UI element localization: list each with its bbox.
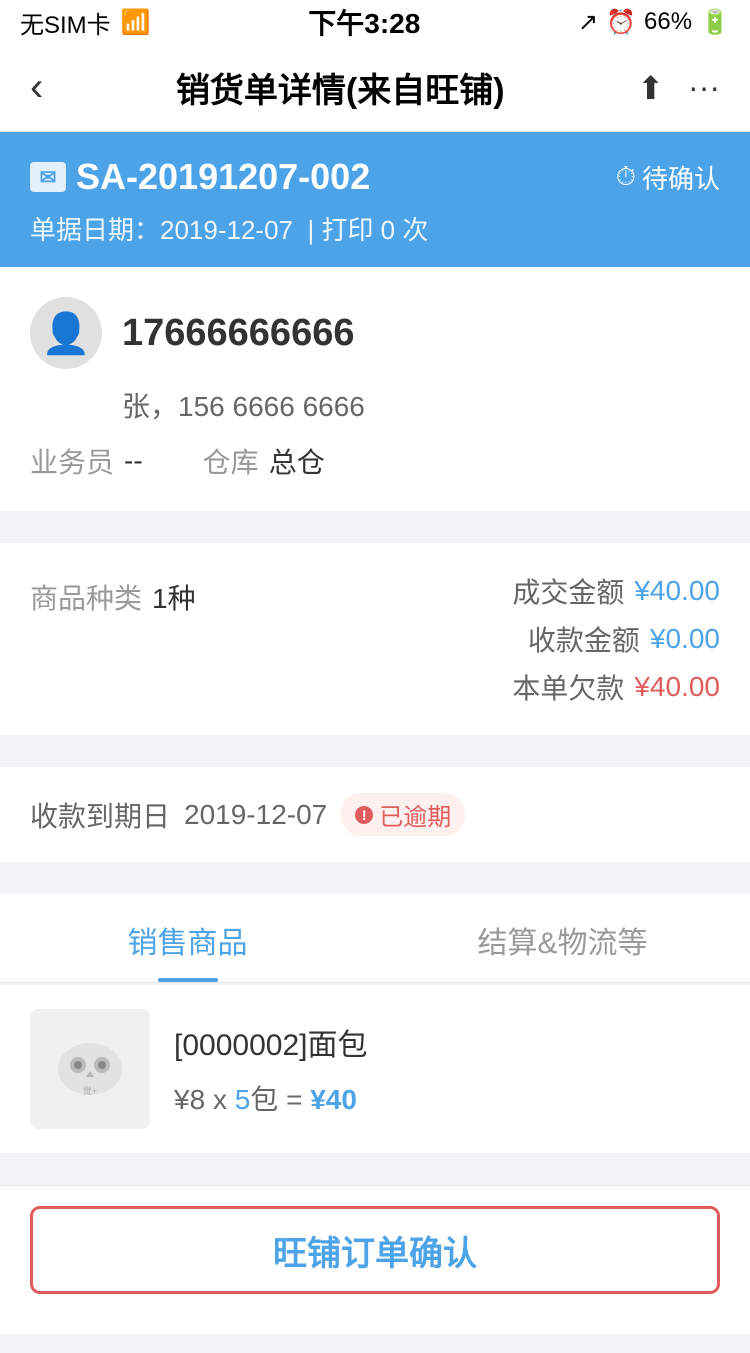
status-time: 下午3:28 [308, 2, 420, 42]
carrier-text: 无SIM卡 [20, 5, 111, 40]
product-unit: 包 [250, 1084, 278, 1115]
product-qty: 5 [235, 1084, 251, 1115]
customer-meta: 业务员 -- 仓库 总仓 [30, 441, 720, 481]
amount-stats: 成交金额 ¥40.00 收款金额 ¥0.00 本单欠款 ¥40.00 [512, 571, 720, 707]
customer-name: 张，156 6666 6666 [30, 385, 720, 425]
alarm-icon: ⏰ [606, 8, 636, 37]
product-type: 商品种类 1种 [30, 571, 196, 617]
product-image-icon: 觉+ [50, 1039, 130, 1099]
staff-label: 业务员 [30, 441, 114, 481]
overdue-badge: ! 已逾期 [341, 793, 465, 836]
stats-section: 商品种类 1种 成交金额 ¥40.00 收款金额 ¥0.00 本单欠款 ¥40.… [0, 543, 750, 735]
status-text: 待确认 [642, 159, 720, 196]
product-unit-price: ¥8 [174, 1084, 205, 1115]
amount-value: ¥40.00 [634, 575, 720, 607]
nav-actions: ⬆ ··· [637, 69, 720, 107]
wifi-icon: 📶 [121, 8, 151, 37]
page-title: 销货单详情(来自旺铺) [43, 63, 637, 112]
order-date-row: 单据日期：2019-12-07 | 打印 0 次 [30, 210, 720, 247]
due-date-label: 收款到期日 [30, 795, 170, 835]
product-type-label: 商品种类 [30, 577, 142, 617]
battery-icon: 🔋 [700, 8, 730, 37]
customer-avatar: 👤 [30, 297, 102, 369]
nav-bar: ‹ 销货单详情(来自旺铺) ⬆ ··· [0, 44, 750, 132]
order-header-card: ✉ SA-20191207-002 ⏱ 待确认 单据日期：2019-12-07 … [0, 132, 750, 267]
clock-icon: ⏱ [616, 161, 636, 193]
confirm-order-button[interactable]: 旺铺订单确认 [30, 1206, 720, 1294]
received-label: 收款金额 [528, 619, 640, 659]
location-icon: ↗ [578, 8, 598, 37]
avatar-icon: 👤 [41, 310, 91, 357]
product-price: ¥8 x 5包 = ¥40 [174, 1078, 720, 1118]
product-section: 觉+ [0000002]面包 ¥8 x 5包 = ¥40 [0, 985, 750, 1153]
status-right: ↗ ⏰ 66% 🔋 [578, 8, 730, 37]
svg-text:觉+: 觉+ [83, 1086, 97, 1096]
staff-value: -- [124, 445, 143, 477]
separator-1 [0, 527, 750, 543]
amount-label: 成交金额 [512, 571, 624, 611]
tab-products[interactable]: 销售商品 [0, 894, 375, 982]
equals-symbol: = [286, 1084, 310, 1115]
product-total: ¥40 [310, 1084, 357, 1115]
multiply-symbol: x [213, 1084, 235, 1115]
separator-3 [0, 878, 750, 894]
status-left: 无SIM卡 📶 [20, 5, 151, 40]
customer-phone: 17666666666 [122, 312, 354, 355]
debt-label: 本单欠款 [512, 667, 624, 707]
due-date-value: 2019-12-07 [184, 799, 327, 831]
product-info: [0000002]面包 ¥8 x 5包 = ¥40 [174, 1020, 720, 1118]
warehouse-value: 总仓 [269, 441, 325, 481]
warehouse-label: 仓库 [203, 441, 259, 481]
product-thumbnail: 觉+ [30, 1009, 150, 1129]
back-button[interactable]: ‹ [30, 65, 43, 110]
share-icon[interactable]: ⬆ [637, 69, 664, 107]
battery-text: 66% [644, 8, 692, 36]
product-item: 觉+ [0000002]面包 ¥8 x 5包 = ¥40 [30, 1009, 720, 1129]
customer-section: 👤 17666666666 张，156 6666 6666 业务员 -- 仓库 … [0, 267, 750, 511]
overdue-dot-icon: ! [355, 806, 373, 824]
tab-settlement[interactable]: 结算&物流等 [375, 894, 750, 982]
order-number: ✉ SA-20191207-002 [30, 156, 370, 198]
product-name: [0000002]面包 [174, 1020, 720, 1064]
status-bar: 无SIM卡 📶 下午3:28 ↗ ⏰ 66% 🔋 [0, 0, 750, 44]
order-envelope-icon: ✉ [30, 162, 66, 192]
received-value: ¥0.00 [650, 623, 720, 655]
separator-2 [0, 751, 750, 767]
more-icon[interactable]: ··· [688, 69, 720, 106]
order-status-badge: ⏱ 待确认 [616, 159, 720, 196]
debt-value: ¥40.00 [634, 671, 720, 703]
product-type-value: 1种 [152, 577, 196, 617]
tabs-section: 销售商品 结算&物流等 [0, 894, 750, 983]
overdue-text: 已逾期 [379, 797, 451, 832]
bottom-bar: 旺铺订单确认 [0, 1185, 750, 1334]
due-date-section: 收款到期日 2019-12-07 ! 已逾期 [0, 767, 750, 862]
